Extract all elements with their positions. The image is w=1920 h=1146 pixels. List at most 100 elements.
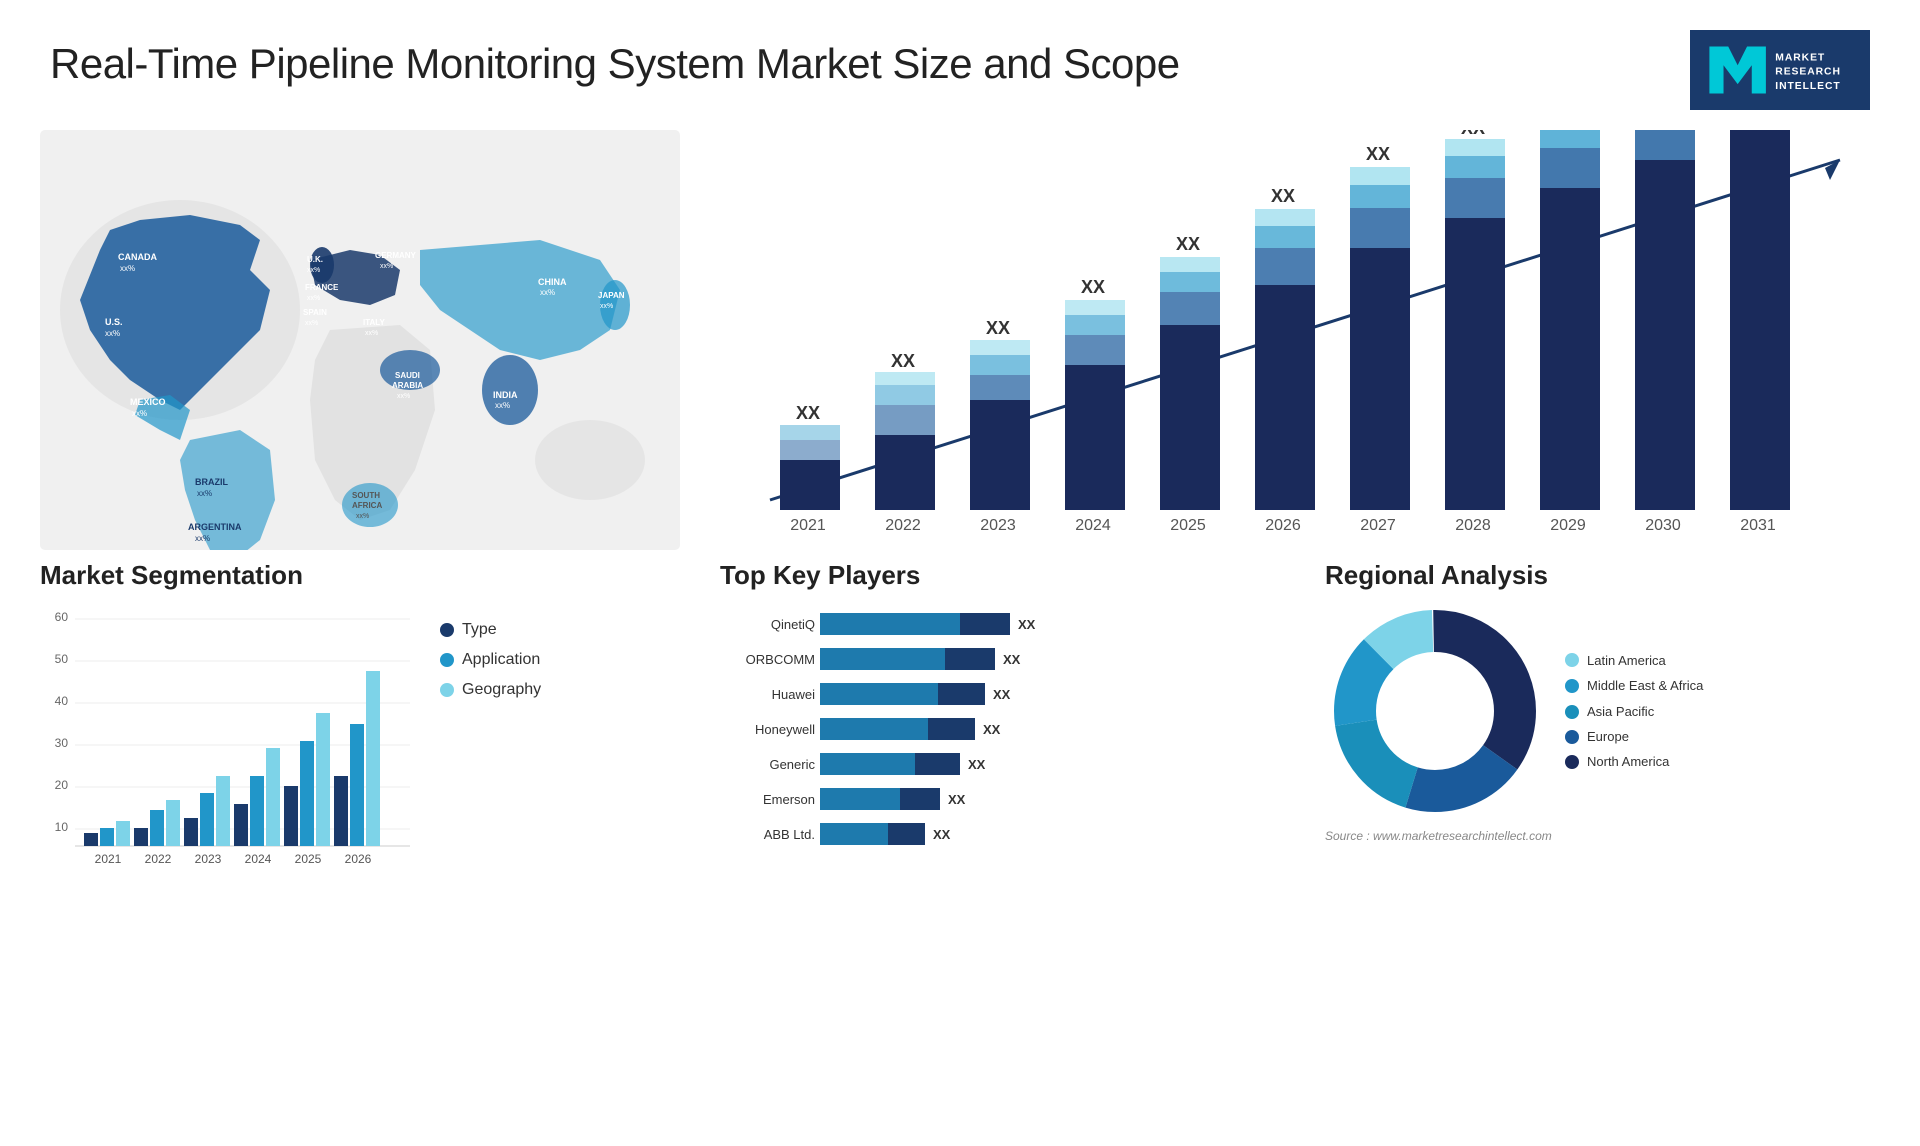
- svg-text:U.S.: U.S.: [105, 317, 123, 327]
- svg-text:xx%: xx%: [120, 264, 135, 273]
- svg-text:XX: XX: [968, 757, 986, 772]
- svg-text:SAUDI: SAUDI: [395, 371, 420, 380]
- legend-latin-america: Latin America: [1565, 653, 1703, 668]
- svg-text:xx%: xx%: [105, 329, 120, 338]
- key-players-svg: QinetiQ XX ORBCOMM XX Huawei XX Honeywel…: [720, 601, 1220, 901]
- svg-text:ABB Ltd.: ABB Ltd.: [764, 827, 815, 842]
- svg-text:FRANCE: FRANCE: [305, 283, 339, 292]
- svg-text:xx%: xx%: [380, 263, 393, 270]
- svg-text:30: 30: [55, 736, 69, 750]
- legend-asia-dot: [1565, 705, 1579, 719]
- svg-text:xx%: xx%: [365, 330, 378, 337]
- legend-na-label: North America: [1587, 754, 1669, 769]
- svg-text:2021: 2021: [95, 852, 122, 866]
- svg-text:CANADA: CANADA: [118, 252, 157, 262]
- legend-europe-label: Europe: [1587, 729, 1629, 744]
- svg-text:10: 10: [55, 820, 69, 834]
- svg-text:2027: 2027: [1360, 517, 1396, 534]
- legend-application-dot: [440, 653, 454, 667]
- svg-text:xx%: xx%: [495, 401, 510, 410]
- svg-text:XX: XX: [933, 827, 951, 842]
- content-grid: CANADA xx% U.S. xx% MEXICO xx% BRAZIL xx…: [0, 120, 1920, 550]
- svg-text:XX: XX: [948, 792, 966, 807]
- svg-text:xx%: xx%: [195, 534, 210, 543]
- svg-text:INTELLECT: INTELLECT: [1775, 81, 1840, 92]
- svg-text:JAPAN: JAPAN: [598, 291, 625, 300]
- svg-text:Honeywell: Honeywell: [755, 722, 815, 737]
- svg-text:xx%: xx%: [305, 320, 318, 327]
- svg-text:AFRICA: AFRICA: [352, 501, 382, 510]
- page-title: Real-Time Pipeline Monitoring System Mar…: [50, 40, 1180, 88]
- svg-text:2030: 2030: [1645, 517, 1681, 534]
- logo-box: MARKET RESEARCH INTELLECT: [1690, 30, 1870, 110]
- svg-text:XX: XX: [796, 403, 820, 423]
- svg-text:XX: XX: [1271, 186, 1295, 206]
- segmentation-chart-svg: 60 50 40 30 20 10 2021 2022 2023 2024: [40, 601, 420, 881]
- legend-mea-label: Middle East & Africa: [1587, 678, 1703, 695]
- legend-application: Application: [440, 651, 541, 669]
- legend-mea-dot: [1565, 679, 1579, 693]
- svg-text:XX: XX: [1003, 652, 1021, 667]
- svg-text:2028: 2028: [1455, 517, 1491, 534]
- svg-text:xx%: xx%: [600, 303, 613, 310]
- svg-text:2025: 2025: [1170, 517, 1206, 534]
- legend-asia-label: Asia Pacific: [1587, 704, 1654, 719]
- svg-text:2024: 2024: [245, 852, 272, 866]
- svg-text:RESEARCH: RESEARCH: [1775, 67, 1841, 78]
- svg-text:xx%: xx%: [356, 513, 369, 520]
- svg-text:Huawei: Huawei: [772, 687, 815, 702]
- svg-text:CHINA: CHINA: [538, 277, 567, 287]
- svg-text:XX: XX: [1366, 144, 1390, 164]
- segmentation-title: Market Segmentation: [40, 560, 670, 591]
- svg-text:2022: 2022: [145, 852, 172, 866]
- svg-text:xx%: xx%: [540, 288, 555, 297]
- svg-text:50: 50: [55, 652, 69, 666]
- svg-text:2021: 2021: [790, 517, 826, 534]
- legend-latin-label: Latin America: [1587, 653, 1666, 668]
- svg-text:XX: XX: [983, 722, 1001, 737]
- svg-text:INDIA: INDIA: [493, 390, 518, 400]
- donut-chart-svg: [1325, 601, 1545, 821]
- legend-europe: Europe: [1565, 729, 1703, 744]
- svg-text:XX: XX: [986, 318, 1010, 338]
- header: Real-Time Pipeline Monitoring System Mar…: [0, 0, 1920, 120]
- svg-text:GERMANY: GERMANY: [375, 251, 417, 260]
- svg-text:2023: 2023: [195, 852, 222, 866]
- svg-text:40: 40: [55, 694, 69, 708]
- key-players-title: Top Key Players: [720, 560, 1265, 591]
- bar-chart-section: XX 2021 XX 2022 XX 2023 XX 2024: [680, 120, 1920, 550]
- svg-text:xx%: xx%: [307, 295, 320, 302]
- map-section: CANADA xx% U.S. xx% MEXICO xx% BRAZIL xx…: [30, 120, 680, 550]
- legend-latin-dot: [1565, 653, 1579, 667]
- svg-text:ORBCOMM: ORBCOMM: [746, 652, 815, 667]
- svg-text:xx%: xx%: [397, 393, 410, 400]
- legend-europe-dot: [1565, 730, 1579, 744]
- source-text: Source : www.marketresearchintellect.com: [1325, 829, 1870, 843]
- svg-text:2025: 2025: [295, 852, 322, 866]
- legend-north-america: North America: [1565, 754, 1703, 769]
- regional-title: Regional Analysis: [1325, 560, 1870, 591]
- svg-text:XX: XX: [1018, 617, 1036, 632]
- legend-application-label: Application: [462, 651, 540, 669]
- svg-text:2022: 2022: [885, 517, 921, 534]
- bottom-grid: Market Segmentation 60 50 40 30 20 10: [0, 550, 1920, 916]
- svg-text:SOUTH: SOUTH: [352, 491, 380, 500]
- svg-text:2031: 2031: [1740, 517, 1776, 534]
- svg-text:xx%: xx%: [132, 409, 147, 418]
- growth-chart-svg: XX 2021 XX 2022 XX 2023 XX 2024: [700, 130, 1880, 550]
- svg-text:XX: XX: [891, 351, 915, 371]
- svg-text:ARABIA: ARABIA: [392, 381, 423, 390]
- svg-text:ITALY: ITALY: [363, 318, 385, 327]
- svg-text:XX: XX: [993, 687, 1011, 702]
- svg-text:MEXICO: MEXICO: [130, 397, 166, 407]
- svg-text:2026: 2026: [1265, 517, 1301, 534]
- svg-text:2026: 2026: [345, 852, 372, 866]
- svg-text:2023: 2023: [980, 517, 1016, 534]
- legend-type-dot: [440, 623, 454, 637]
- key-players-section: Top Key Players QinetiQ XX ORBCOMM XX Hu…: [700, 550, 1285, 916]
- legend-geography-label: Geography: [462, 681, 541, 699]
- svg-text:Generic: Generic: [769, 757, 815, 772]
- svg-text:2029: 2029: [1550, 517, 1586, 534]
- legend-mea: Middle East & Africa: [1565, 678, 1703, 695]
- legend-asia-pacific: Asia Pacific: [1565, 704, 1703, 719]
